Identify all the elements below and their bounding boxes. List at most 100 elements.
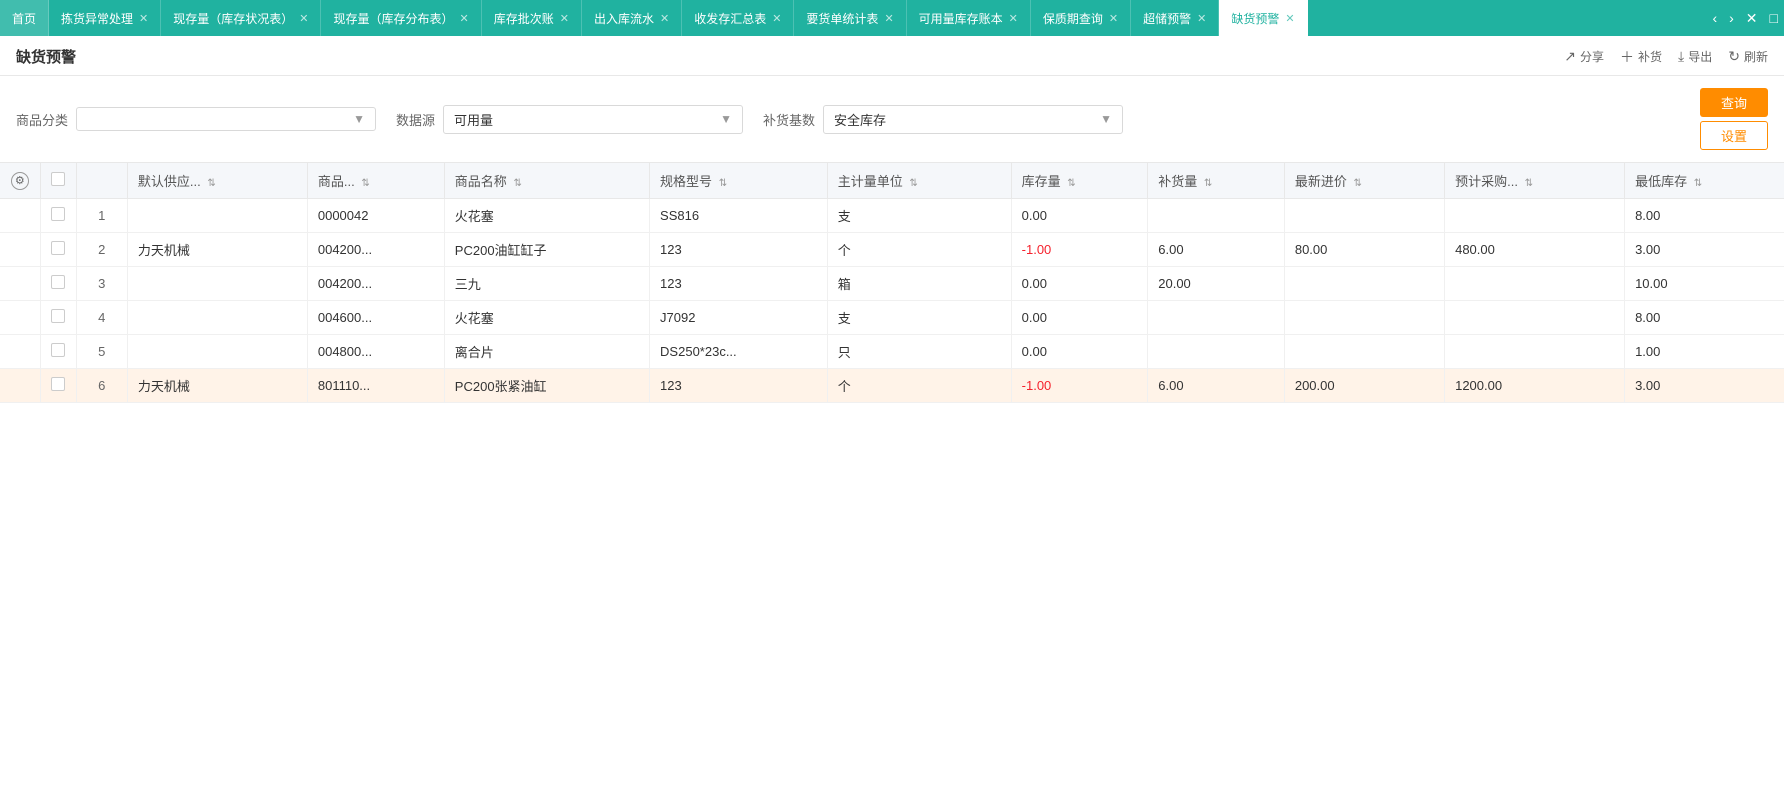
td-spec: DS250*23c... bbox=[650, 335, 828, 369]
td-unit: 支 bbox=[827, 301, 1011, 335]
table-row[interactable]: 5 004800... 离合片 DS250*23c... 只 0.00 1.00 bbox=[0, 335, 1784, 369]
td-latest-price: 80.00 bbox=[1284, 233, 1444, 267]
datasource-label: 数据源 bbox=[396, 110, 435, 129]
tab-close-inventory-status[interactable]: ✕ bbox=[299, 12, 308, 25]
refresh-icon: ↻ bbox=[1728, 48, 1740, 65]
td-checkbox[interactable] bbox=[40, 233, 76, 267]
tab-close-available-ledger[interactable]: ✕ bbox=[1009, 12, 1018, 25]
th-stock[interactable]: 库存量 ⇅ bbox=[1011, 163, 1148, 199]
row-checkbox[interactable] bbox=[51, 309, 65, 323]
td-checkbox[interactable] bbox=[40, 199, 76, 233]
td-stock: 0.00 bbox=[1011, 335, 1148, 369]
th-spec-label: 规格型号 bbox=[660, 174, 712, 189]
th-replenish-label: 补货量 bbox=[1158, 174, 1197, 189]
tab-close-overstock[interactable]: ✕ bbox=[1197, 12, 1206, 25]
select-all-checkbox[interactable] bbox=[51, 172, 65, 186]
th-settings[interactable]: ⚙ bbox=[0, 163, 40, 199]
td-replenish: 6.00 bbox=[1148, 369, 1285, 403]
replenish-action[interactable]: ＋ 补货 bbox=[1620, 47, 1662, 67]
share-label: 分享 bbox=[1580, 48, 1604, 65]
th-latest-price[interactable]: 最新进价 ⇅ bbox=[1284, 163, 1444, 199]
table-row[interactable]: 3 004200... 三九 123 箱 0.00 20.00 10.00 bbox=[0, 267, 1784, 301]
tab-close-order-stat[interactable]: ✕ bbox=[884, 12, 893, 25]
tab-label: 保质期查询 bbox=[1043, 10, 1103, 27]
replenish-base-select[interactable]: 安全库存 ▼ bbox=[823, 105, 1123, 134]
tab-item-shortage[interactable]: 缺货预警✕ bbox=[1219, 0, 1307, 36]
tab-close-receive-summary[interactable]: ✕ bbox=[772, 12, 781, 25]
row-checkbox[interactable] bbox=[51, 241, 65, 255]
tab-item-receive-summary[interactable]: 收发存汇总表✕ bbox=[682, 0, 794, 36]
table-row[interactable]: 4 004600... 火花塞 J7092 支 0.00 8.00 bbox=[0, 301, 1784, 335]
tab-close-batch-account[interactable]: ✕ bbox=[560, 12, 569, 25]
td-unit: 支 bbox=[827, 199, 1011, 233]
th-code[interactable]: 商品... ⇅ bbox=[307, 163, 444, 199]
tab-close-inout-flow[interactable]: ✕ bbox=[660, 12, 669, 25]
tab-label: 现存量（库存分布表） bbox=[333, 10, 453, 27]
row-checkbox[interactable] bbox=[51, 275, 65, 289]
tab-close-expiry-query[interactable]: ✕ bbox=[1109, 12, 1118, 25]
row-checkbox[interactable] bbox=[51, 207, 65, 221]
th-unit[interactable]: 主计量单位 ⇅ bbox=[827, 163, 1011, 199]
tab-item-available-ledger[interactable]: 可用量库存账本✕ bbox=[907, 0, 1031, 36]
export-icon: ⤓ bbox=[1678, 48, 1684, 65]
query-button[interactable]: 查询 bbox=[1700, 88, 1768, 117]
replenish-label: 补货 bbox=[1638, 48, 1662, 65]
export-action[interactable]: ⤓ 导出 bbox=[1678, 48, 1712, 65]
tab-item-inventory-dist[interactable]: 现存量（库存分布表） ✕ bbox=[321, 0, 481, 36]
export-label: 导出 bbox=[1688, 48, 1712, 65]
th-est-purchase-sort-icon: ⇅ bbox=[1525, 178, 1533, 189]
datasource-arrow-icon: ▼ bbox=[720, 112, 732, 126]
tab-item-overstock[interactable]: 超储预警✕ bbox=[1131, 0, 1219, 36]
th-supplier[interactable]: 默认供应... ⇅ bbox=[127, 163, 307, 199]
settings-button[interactable]: 设置 bbox=[1700, 121, 1768, 150]
th-spec[interactable]: 规格型号 ⇅ bbox=[650, 163, 828, 199]
tab-item-batch-account[interactable]: 库存批次账✕ bbox=[482, 0, 582, 36]
th-min-stock[interactable]: 最低库存 ⇅ bbox=[1625, 163, 1784, 199]
table-row[interactable]: 2 力天机械 004200... PC200油缸缸子 123 个 -1.00 6… bbox=[0, 233, 1784, 267]
category-select[interactable]: ▼ bbox=[76, 107, 376, 131]
th-replenish[interactable]: 补货量 ⇅ bbox=[1148, 163, 1285, 199]
td-index: 2 bbox=[76, 233, 127, 267]
window-close-btn[interactable]: ✕ bbox=[1740, 0, 1764, 36]
td-code: 004200... bbox=[307, 233, 444, 267]
category-label: 商品分类 bbox=[16, 110, 68, 129]
td-supplier: 力天机械 bbox=[127, 233, 307, 267]
td-stock: 0.00 bbox=[1011, 267, 1148, 301]
table-header-row: ⚙ 默认供应... ⇅ 商品... ⇅ 商品名称 bbox=[0, 163, 1784, 199]
td-checkbox[interactable] bbox=[40, 301, 76, 335]
table-settings-icon[interactable]: ⚙ bbox=[11, 172, 29, 190]
th-checkbox[interactable] bbox=[40, 163, 76, 199]
tab-nav-prev[interactable]: ‹ bbox=[1706, 0, 1723, 36]
tab-item-order-stat[interactable]: 要货单统计表✕ bbox=[794, 0, 906, 36]
tab-item-inventory-status[interactable]: 现存量（库存状况表）✕ bbox=[161, 0, 321, 36]
tab-nav-next[interactable]: › bbox=[1723, 0, 1740, 36]
replenish-base-value: 安全库存 bbox=[834, 110, 1092, 129]
window-maximize-btn[interactable]: □ bbox=[1764, 0, 1784, 36]
tab-item-expiry-query[interactable]: 保质期查询 ✕ bbox=[1031, 0, 1131, 36]
th-est-purchase[interactable]: 预计采购... ⇅ bbox=[1445, 163, 1625, 199]
tab-close-shortage[interactable]: ✕ bbox=[1285, 12, 1294, 25]
tab-bar: 首页拣货异常处理✕现存量（库存状况表）✕现存量（库存分布表）✕库存批次账✕出入库… bbox=[0, 0, 1784, 36]
td-checkbox[interactable] bbox=[40, 267, 76, 301]
row-checkbox[interactable] bbox=[51, 343, 65, 357]
th-name[interactable]: 商品名称 ⇅ bbox=[444, 163, 649, 199]
th-code-sort-icon: ⇅ bbox=[361, 178, 369, 189]
tab-close-exception[interactable]: ✕ bbox=[139, 12, 148, 25]
share-action[interactable]: ↗ 分享 bbox=[1564, 48, 1604, 65]
refresh-label: 刷新 bbox=[1744, 48, 1768, 65]
tab-item-exception[interactable]: 拣货异常处理✕ bbox=[49, 0, 161, 36]
td-unit: 箱 bbox=[827, 267, 1011, 301]
table-row[interactable]: 6 力天机械 801110... PC200张紧油缸 123 个 -1.00 6… bbox=[0, 369, 1784, 403]
row-checkbox[interactable] bbox=[51, 377, 65, 391]
tab-item-inout-flow[interactable]: 出入库流水✕ bbox=[582, 0, 682, 36]
td-latest-price bbox=[1284, 335, 1444, 369]
td-min-stock: 3.00 bbox=[1625, 233, 1784, 267]
td-checkbox[interactable] bbox=[40, 369, 76, 403]
td-unit: 只 bbox=[827, 335, 1011, 369]
tab-close-inventory-dist[interactable]: ✕ bbox=[460, 12, 469, 25]
td-checkbox[interactable] bbox=[40, 335, 76, 369]
refresh-action[interactable]: ↻ 刷新 bbox=[1728, 48, 1768, 65]
datasource-select[interactable]: 可用量 ▼ bbox=[443, 105, 743, 134]
tab-item-home[interactable]: 首页 bbox=[0, 0, 49, 36]
table-row[interactable]: 1 0000042 火花塞 SS816 支 0.00 8.00 bbox=[0, 199, 1784, 233]
